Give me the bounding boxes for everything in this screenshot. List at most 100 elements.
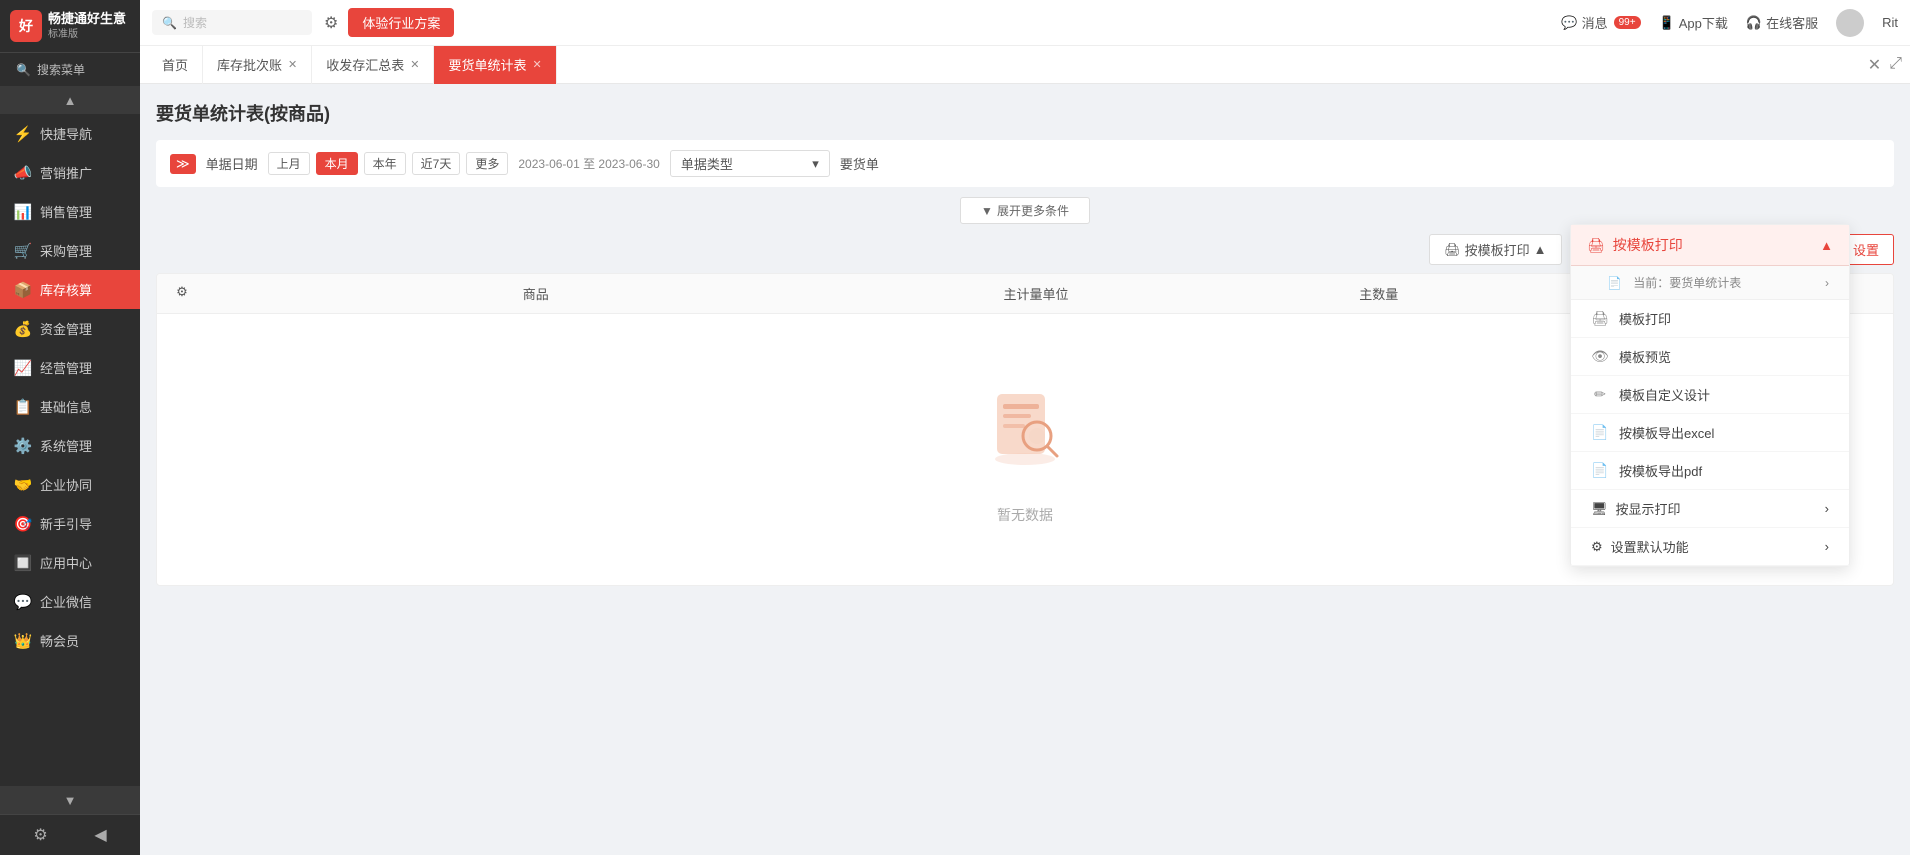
print-template-btn[interactable]: 🖨 按模板打印 ▲	[1429, 234, 1561, 265]
tabs-bar: 首页库存批次账✕收发存汇总表✕要货单统计表✕ ✕ ⤢	[140, 46, 1910, 84]
sidebar-label-operations: 经营管理	[40, 358, 92, 377]
sidebar-label-inventory: 库存核算	[40, 280, 92, 299]
header-right: 💬 消息 99+ 📱 App下载 🎧 在线客服 Rit	[1561, 9, 1898, 37]
avatar[interactable]	[1836, 9, 1864, 37]
tab-close-receipt-summary[interactable]: ✕	[410, 58, 419, 71]
sidebar-item-finance[interactable]: 💰 资金管理	[0, 309, 140, 348]
tab-receipt-summary[interactable]: 收发存汇总表✕	[312, 46, 434, 84]
dropdown-current-item[interactable]: 📄 当前：要货单统计表 ›	[1571, 266, 1849, 300]
print-template-label: 按模板打印	[1465, 240, 1530, 259]
tab-label-inventory-batch: 库存批次账	[217, 55, 282, 74]
sidebar-item-wechat[interactable]: 💬 企业微信	[0, 582, 140, 621]
dropdown-item-template-print[interactable]: 🖨 模板打印	[1571, 300, 1849, 338]
printer-icon: 🖨	[1444, 242, 1461, 258]
sidebar-label-wechat: 企业微信	[40, 592, 92, 611]
content-area: 要货单统计表(按商品) ≫ 单据日期 上月本月本年近7天更多 2023-06-0…	[140, 84, 1910, 855]
dropdown-header-label: 按模板打印	[1613, 235, 1683, 255]
sidebar-scroll-down[interactable]: ▼	[0, 786, 140, 814]
sidebar-item-inventory[interactable]: 📦 库存核算	[0, 270, 140, 309]
sidebar-item-marketing[interactable]: 📣 营销推广	[0, 153, 140, 192]
filter-expand-icon[interactable]: ≫	[170, 154, 196, 174]
sidebar-item-purchase[interactable]: 🛒 采购管理	[0, 231, 140, 270]
expand-label: 展开更多条件	[997, 202, 1069, 219]
online-service-btn[interactable]: 🎧 在线客服	[1746, 13, 1818, 32]
sidebar-label-marketing: 营销推广	[40, 163, 92, 182]
dropdown-item-template-design[interactable]: ✏ 模板自定义设计	[1571, 376, 1849, 414]
sidebar-footer: ⚙ ◀	[0, 814, 140, 855]
date-btn-近7天[interactable]: 近7天	[412, 152, 461, 175]
newguide-icon: 🎯	[14, 515, 32, 533]
sidebar-item-system[interactable]: ⚙️ 系统管理	[0, 426, 140, 465]
sidebar-label-member: 畅会员	[40, 631, 79, 650]
sidebar-label-quick-nav: 快捷导航	[40, 124, 92, 143]
sidebar-search[interactable]: 🔍 搜索菜单	[0, 53, 140, 86]
quick-nav-icon: ⚡	[14, 125, 32, 143]
messages-btn[interactable]: 💬 消息 99+	[1561, 13, 1640, 32]
sales-icon: 📊	[14, 203, 32, 221]
default-func-label: 设置默认功能	[1611, 537, 1689, 556]
headset-icon: 🎧	[1746, 15, 1762, 31]
tab-close-order-stats[interactable]: ✕	[533, 58, 542, 71]
sidebar-item-sales[interactable]: 📊 销售管理	[0, 192, 140, 231]
sidebar-label-purchase: 采购管理	[40, 241, 92, 260]
dropdown-display-print[interactable]: 🖥 按显示打印 ›	[1571, 490, 1849, 528]
filter-bar: ≫ 单据日期 上月本月本年近7天更多 2023-06-01 至 2023-06-…	[156, 140, 1894, 187]
tab-order-stats[interactable]: 要货单统计表 ✕	[434, 46, 556, 84]
date-btn-更多[interactable]: 更多	[466, 152, 508, 175]
th-settings[interactable]: ⚙	[157, 274, 207, 313]
sidebar-label-finance: 资金管理	[40, 319, 92, 338]
sidebar-label-collab: 企业协同	[40, 475, 92, 494]
messages-badge: 99+	[1614, 16, 1641, 29]
sidebar-item-collab[interactable]: 🤝 企业协同	[0, 465, 140, 504]
template-preview-icon: 👁	[1591, 348, 1609, 365]
sidebar-item-appcenter[interactable]: 🔲 应用中心	[0, 543, 140, 582]
chevron-right-icon: ›	[1825, 276, 1829, 290]
tab-home[interactable]: 首页	[148, 46, 203, 84]
collab-icon: 🤝	[14, 476, 32, 494]
sidebar-scroll-up[interactable]: ▲	[0, 86, 140, 114]
sidebar-search-label: 搜索菜单	[37, 61, 85, 78]
date-btn-上月[interactable]: 上月	[268, 152, 310, 175]
tab-close-inventory-batch[interactable]: ✕	[288, 58, 297, 71]
sidebar-item-member[interactable]: 👑 畅会员	[0, 621, 140, 660]
dropdown-item-template-pdf[interactable]: 📄 按模板导出pdf	[1571, 452, 1849, 490]
trial-button[interactable]: 体验行业方案	[348, 8, 454, 37]
default-func-icon: ⚙	[1591, 539, 1603, 555]
header-search-placeholder: 搜索	[183, 14, 207, 31]
tab-inventory-batch[interactable]: 库存批次账 ✕	[203, 46, 312, 84]
appcenter-icon: 🔲	[14, 554, 32, 572]
display-print-icon: 🖥	[1591, 501, 1608, 517]
expand-conditions-btn[interactable]: ▼ 展开更多条件	[960, 197, 1090, 224]
purchase-icon: 🛒	[14, 242, 32, 260]
dropdown-item-template-excel[interactable]: 📄 按模板导出excel	[1571, 414, 1849, 452]
template-design-icon: ✏	[1591, 386, 1609, 403]
window-expand-btn[interactable]: ⤢	[1889, 55, 1902, 75]
sidebar-item-newguide[interactable]: 🎯 新手引导	[0, 504, 140, 543]
chevron-up-icon: ▲	[1534, 242, 1547, 257]
chevron-right-display-icon: ›	[1825, 501, 1829, 516]
dropdown-default-func[interactable]: ⚙ 设置默认功能 ›	[1571, 528, 1849, 566]
sidebar-label-system: 系统管理	[40, 436, 92, 455]
sidebar-settings-btn[interactable]: ⚙	[33, 825, 47, 845]
header-gear-icon[interactable]: ⚙	[324, 13, 338, 33]
date-btn-本年[interactable]: 本年	[364, 152, 406, 175]
member-icon: 👑	[14, 632, 32, 650]
dropdown-item-template-preview[interactable]: 👁 模板预览	[1571, 338, 1849, 376]
type-select[interactable]: 单据类型 ▾	[670, 150, 830, 177]
sidebar-collapse-btn[interactable]: ◀	[94, 825, 106, 845]
app-name: 畅捷通好生意	[48, 11, 126, 28]
dropdown-header[interactable]: 🖨 按模板打印 ▲	[1571, 225, 1849, 266]
date-btn-本月[interactable]: 本月	[316, 152, 358, 175]
sidebar-item-basic[interactable]: 📋 基础信息	[0, 387, 140, 426]
type-select-label: 单据类型	[681, 154, 733, 173]
main-area: 🔍 搜索 ⚙ 体验行业方案 💬 消息 99+ 📱 App下载 🎧 在线客服 Ri…	[140, 0, 1910, 855]
sidebar-item-operations[interactable]: 📈 经营管理	[0, 348, 140, 387]
sidebar-menu: ⚡ 快捷导航 📣 营销推广 📊 销售管理 🛒 采购管理 📦 库存核算 💰 资金管…	[0, 114, 140, 786]
current-icon: 📄	[1607, 276, 1622, 290]
app-download-btn[interactable]: 📱 App下载	[1659, 13, 1728, 32]
sidebar-item-quick-nav[interactable]: ⚡ 快捷导航	[0, 114, 140, 153]
app-download-label: App下载	[1679, 13, 1728, 32]
tab-label-order-stats: 要货单统计表	[448, 55, 526, 74]
header-search[interactable]: 🔍 搜索	[152, 10, 312, 35]
window-close-btn[interactable]: ✕	[1868, 55, 1881, 75]
